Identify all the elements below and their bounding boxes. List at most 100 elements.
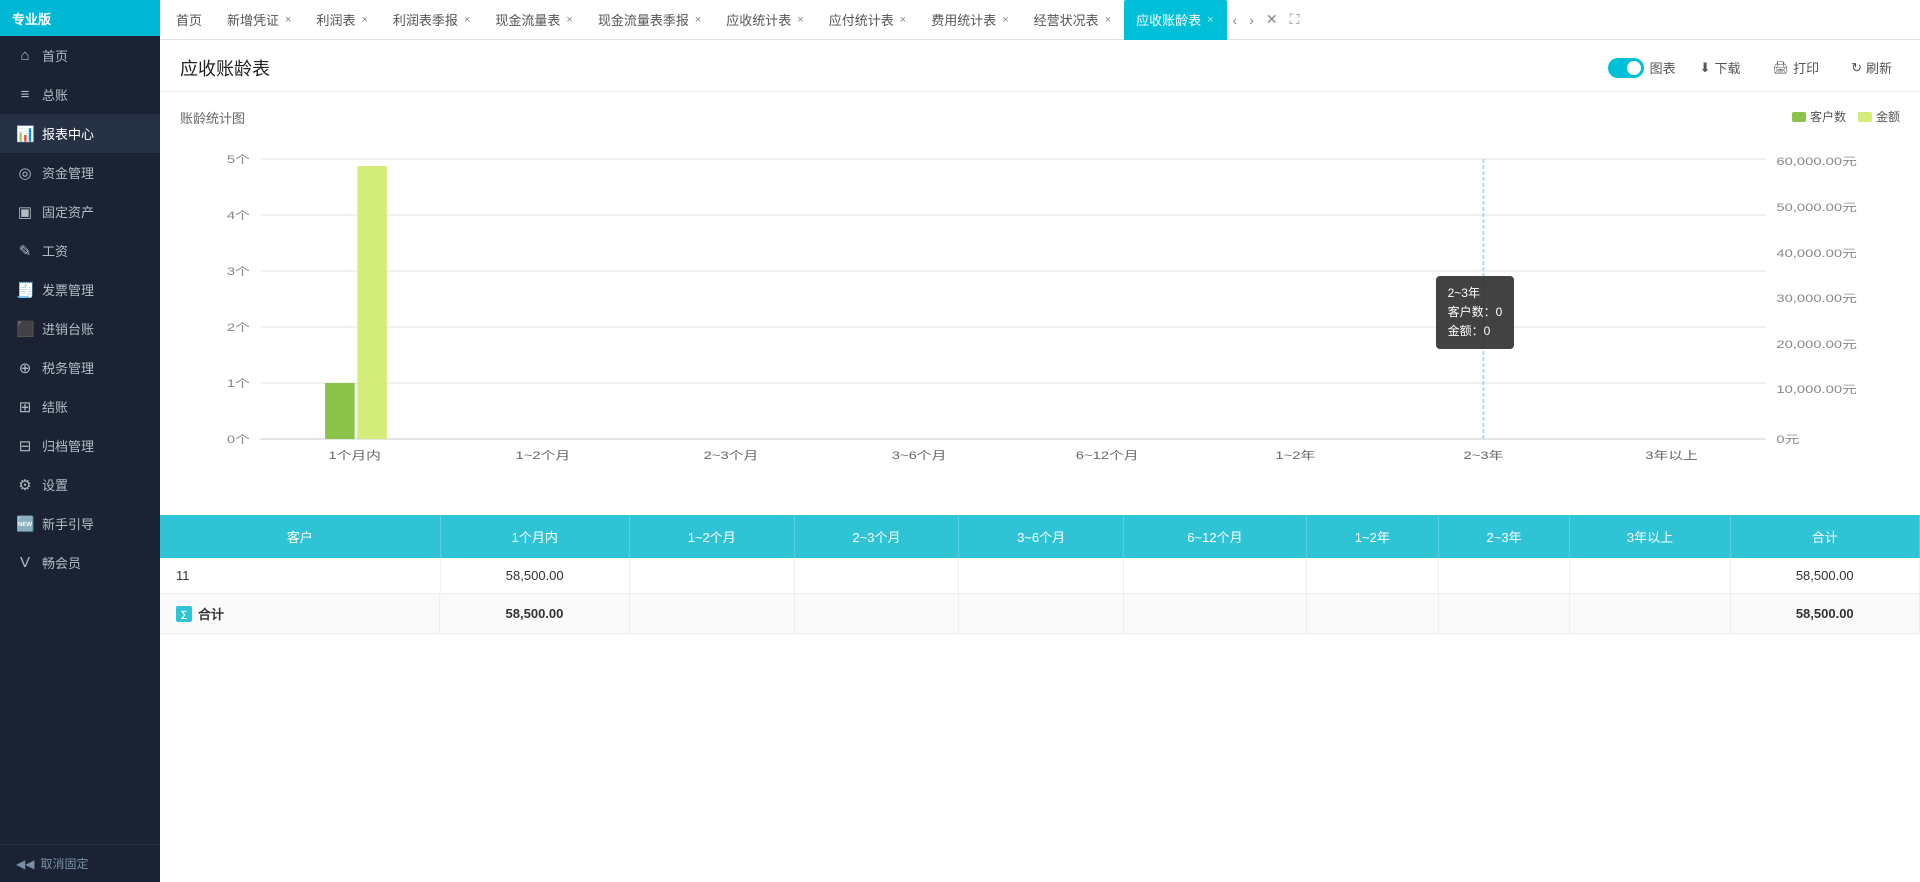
cell-m1: 58,500.00 bbox=[440, 558, 629, 594]
sidebar-item-stock[interactable]: ⬛ 进销台账 bbox=[0, 309, 160, 348]
invoice-icon: 🧾 bbox=[16, 281, 34, 299]
sidebar-item-salary[interactable]: ✎ 工资 bbox=[0, 231, 160, 270]
tab-profit-quarter-close[interactable]: × bbox=[464, 14, 470, 26]
tab-home-label: 首页 bbox=[176, 10, 202, 29]
svg-text:1个: 1个 bbox=[227, 377, 250, 390]
cell-m4 bbox=[959, 558, 1124, 594]
tab-cashflow[interactable]: 现金流量表 × bbox=[483, 0, 585, 40]
sidebar-item-closing[interactable]: ⊞ 结账 bbox=[0, 387, 160, 426]
tab-cashflow-quarter[interactable]: 现金流量表季报 × bbox=[586, 0, 714, 40]
cell-customer: 11 bbox=[160, 558, 440, 594]
tab-expense-stats-close[interactable]: × bbox=[1002, 14, 1008, 26]
print-button[interactable]: 🖨 打印 bbox=[1765, 54, 1828, 81]
sidebar-item-label: 发票管理 bbox=[42, 280, 94, 299]
chart-area: 账龄统计图 客户数 金额 bbox=[160, 92, 1920, 515]
sidebar-item-tax[interactable]: ⊕ 税务管理 bbox=[0, 348, 160, 387]
chart-toggle-label: 图表 bbox=[1650, 58, 1676, 77]
page-header: 应收账龄表 图表 ⬇ 下载 🖨 打印 ↻ 刷新 bbox=[160, 40, 1920, 92]
tab-ar-stats-close[interactable]: × bbox=[797, 14, 803, 26]
svg-text:10,000.00元: 10,000.00元 bbox=[1776, 383, 1856, 396]
tab-profit[interactable]: 利润表 × bbox=[304, 0, 380, 40]
cell-m7 bbox=[1438, 558, 1570, 594]
tab-ar-aging-close[interactable]: × bbox=[1207, 14, 1213, 26]
tab-ar-stats[interactable]: 应收统计表 × bbox=[714, 0, 816, 40]
svg-text:5个: 5个 bbox=[227, 153, 250, 166]
assets-icon: ▣ bbox=[16, 203, 34, 221]
legend-amount-color bbox=[1858, 112, 1872, 122]
sidebar-footer-toggle[interactable]: ◀◀ 取消固定 bbox=[0, 844, 160, 882]
chart-legend: 客户数 金额 bbox=[1792, 108, 1900, 125]
legend-customers: 客户数 bbox=[1792, 108, 1846, 125]
salary-icon: ✎ bbox=[16, 242, 34, 260]
sidebar-item-ledger[interactable]: ≡ 总账 bbox=[0, 75, 160, 114]
refresh-icon: ↻ bbox=[1851, 60, 1862, 76]
total-cell-total: 58,500.00 bbox=[1730, 594, 1920, 634]
sidebar-item-settings[interactable]: ⚙ 设置 bbox=[0, 465, 160, 504]
tab-profit-close[interactable]: × bbox=[361, 14, 367, 26]
tab-new-voucher-close[interactable]: × bbox=[285, 14, 291, 26]
tab-cashflow-quarter-close[interactable]: × bbox=[695, 14, 701, 26]
col-m6: 1~2年 bbox=[1306, 515, 1438, 558]
sidebar-item-assets[interactable]: ▣ 固定资产 bbox=[0, 192, 160, 231]
sidebar-item-vip[interactable]: V 畅会员 bbox=[0, 543, 160, 582]
col-m7: 2~3年 bbox=[1438, 515, 1570, 558]
tab-ap-stats-close[interactable]: × bbox=[900, 14, 906, 26]
sidebar-item-label: 报表中心 bbox=[42, 124, 94, 143]
bar-customers-0 bbox=[325, 383, 355, 439]
total-cell-m1: 58,500.00 bbox=[440, 594, 629, 634]
legend-customers-label: 客户数 bbox=[1810, 108, 1846, 125]
sidebar-item-home[interactable]: ⌂ 首页 bbox=[0, 36, 160, 75]
download-icon: ⬇ bbox=[1700, 60, 1711, 76]
funds-icon: ◎ bbox=[16, 164, 34, 182]
sidebar-item-invoice[interactable]: 🧾 发票管理 bbox=[0, 270, 160, 309]
tab-business-status-close[interactable]: × bbox=[1105, 14, 1111, 26]
svg-text:0个: 0个 bbox=[227, 433, 250, 446]
tab-nav-left[interactable]: ‹ bbox=[1227, 0, 1244, 40]
sidebar-item-label: 设置 bbox=[42, 475, 68, 494]
svg-text:20,000.00元: 20,000.00元 bbox=[1776, 338, 1856, 351]
col-m3: 2~3个月 bbox=[794, 515, 959, 558]
svg-text:3个: 3个 bbox=[227, 265, 250, 278]
tab-ap-stats-label: 应付统计表 bbox=[829, 10, 894, 29]
closing-icon: ⊞ bbox=[16, 398, 34, 416]
sidebar-item-label: 首页 bbox=[42, 46, 68, 65]
svg-text:60,000.00元: 60,000.00元 bbox=[1776, 155, 1856, 168]
total-cell-m4 bbox=[959, 594, 1124, 634]
chart-svg: 0个 1个 2个 3个 4个 5个 0元 10,000.00元 20,000.0… bbox=[180, 139, 1900, 499]
tab-ap-stats[interactable]: 应付统计表 × bbox=[817, 0, 919, 40]
sidebar: 专业版 ⌂ 首页 ≡ 总账 📊 报表中心 ◎ 资金管理 ▣ 固定资产 ✎ 工资 … bbox=[0, 0, 160, 882]
tab-cashflow-close[interactable]: × bbox=[566, 14, 572, 26]
download-button[interactable]: ⬇ 下载 bbox=[1692, 54, 1749, 81]
tab-ar-aging[interactable]: 应收账龄表 × bbox=[1124, 0, 1226, 40]
sidebar-item-guide[interactable]: 🆕 新手引导 bbox=[0, 504, 160, 543]
sidebar-item-archive[interactable]: ⊟ 归档管理 bbox=[0, 426, 160, 465]
page-title: 应收账龄表 bbox=[180, 55, 270, 81]
svg-text:1~2年: 1~2年 bbox=[1275, 449, 1315, 462]
tab-close-all[interactable]: ✕ bbox=[1260, 0, 1284, 40]
tab-business-status[interactable]: 经营状况表 × bbox=[1022, 0, 1124, 40]
sidebar-item-label: 工资 bbox=[42, 241, 68, 260]
app-logo: 专业版 bbox=[0, 0, 160, 36]
tab-bar: 首页 新增凭证 × 利润表 × 利润表季报 × 现金流量表 × 现金流量表季报 … bbox=[160, 0, 1920, 40]
tab-profit-quarter[interactable]: 利润表季报 × bbox=[381, 0, 483, 40]
tab-profit-quarter-label: 利润表季报 bbox=[393, 10, 458, 29]
tab-expense-stats[interactable]: 费用统计表 × bbox=[919, 0, 1021, 40]
table-header-row: 客户 1个月内 1~2个月 2~3个月 3~6个月 6~12个月 1~2年 2~… bbox=[160, 515, 1920, 558]
table-area: 客户 1个月内 1~2个月 2~3个月 3~6个月 6~12个月 1~2年 2~… bbox=[160, 515, 1920, 654]
tab-new-voucher[interactable]: 新增凭证 × bbox=[215, 0, 304, 40]
tab-nav-right[interactable]: › bbox=[1243, 0, 1260, 40]
svg-text:2~3年: 2~3年 bbox=[1464, 449, 1504, 462]
refresh-button[interactable]: ↻ 刷新 bbox=[1843, 54, 1900, 81]
guide-icon: 🆕 bbox=[16, 515, 34, 533]
sidebar-item-funds[interactable]: ◎ 资金管理 bbox=[0, 153, 160, 192]
chart-toggle[interactable] bbox=[1608, 58, 1644, 78]
cell-m6 bbox=[1306, 558, 1438, 594]
tab-new-voucher-label: 新增凭证 bbox=[227, 10, 279, 29]
tab-expand[interactable]: ⛶ bbox=[1284, 0, 1306, 40]
sidebar-item-reports[interactable]: 📊 报表中心 bbox=[0, 114, 160, 153]
cell-m5 bbox=[1123, 558, 1306, 594]
tab-home[interactable]: 首页 bbox=[164, 0, 215, 40]
gear-icon: ⚙ bbox=[16, 476, 34, 494]
svg-text:2~3个月: 2~3个月 bbox=[704, 449, 759, 462]
main-area: 首页 新增凭证 × 利润表 × 利润表季报 × 现金流量表 × 现金流量表季报 … bbox=[160, 0, 1920, 882]
